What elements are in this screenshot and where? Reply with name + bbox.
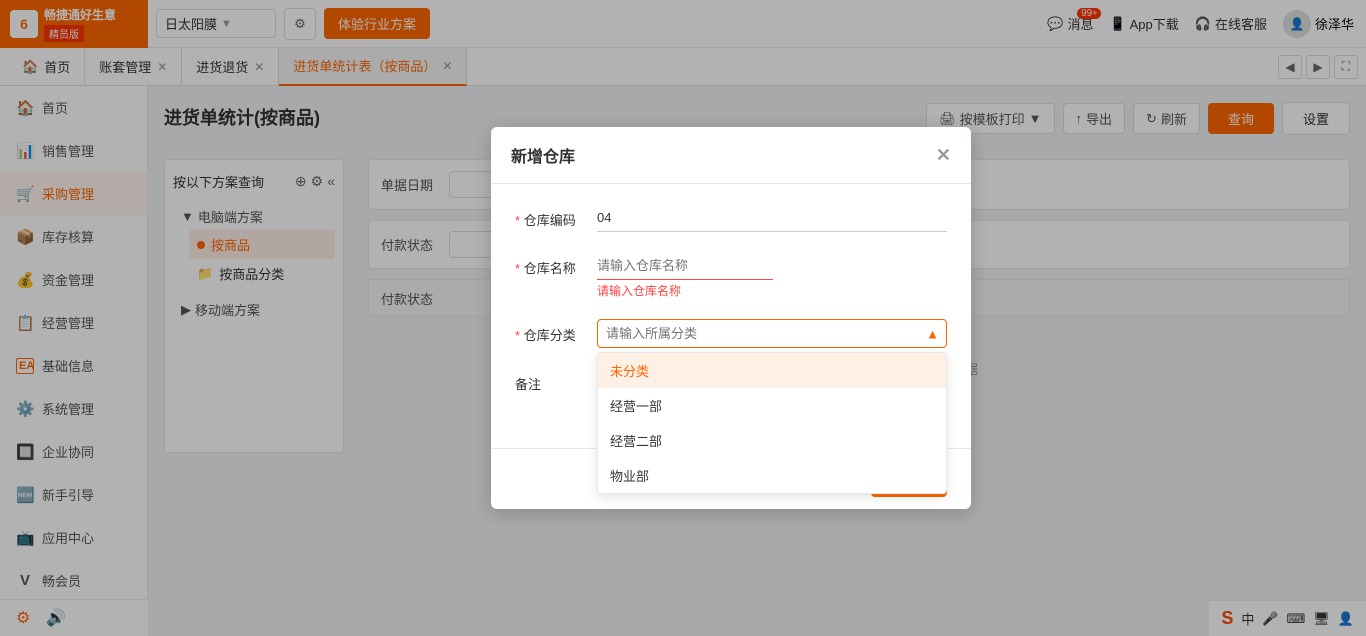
category-input[interactable]: [597, 319, 947, 348]
code-input[interactable]: [597, 204, 947, 232]
modal-title: 新增仓库: [511, 143, 575, 167]
chevron-up-icon[interactable]: ▲: [926, 326, 939, 341]
modal-body: * 仓库编码 * 仓库名称 请输入仓库名称 * 仓库分类 ▲: [491, 184, 971, 448]
category-field: ▲ 未分类 经营一部 经营二部 物业部: [597, 319, 947, 348]
category-dropdown: 未分类 经营一部 经营二部 物业部: [597, 352, 947, 494]
category-label: * 仓库分类: [515, 319, 585, 344]
name-input[interactable]: [597, 252, 773, 280]
name-label: * 仓库名称: [515, 252, 585, 277]
dropdown-item-ops1[interactable]: 经营一部: [598, 388, 946, 423]
form-row-category: * 仓库分类 ▲ 未分类 经营一部 经营二部 物业部: [515, 319, 947, 348]
form-row-name: * 仓库名称 请输入仓库名称: [515, 252, 947, 299]
name-error-msg: 请输入仓库名称: [597, 282, 947, 299]
note-label: 备注: [515, 368, 585, 393]
modal-close-btn[interactable]: ✕: [936, 145, 951, 166]
dropdown-item-ops3[interactable]: 物业部: [598, 458, 946, 493]
dropdown-item-unclassified[interactable]: 未分类: [598, 353, 946, 388]
dropdown-item-ops2[interactable]: 经营二部: [598, 423, 946, 458]
code-label: * 仓库编码: [515, 204, 585, 229]
add-warehouse-modal: 新增仓库 ✕ * 仓库编码 * 仓库名称 请输入仓库名称 *: [491, 127, 971, 509]
modal-header: 新增仓库 ✕: [491, 127, 971, 184]
form-row-code: * 仓库编码: [515, 204, 947, 232]
